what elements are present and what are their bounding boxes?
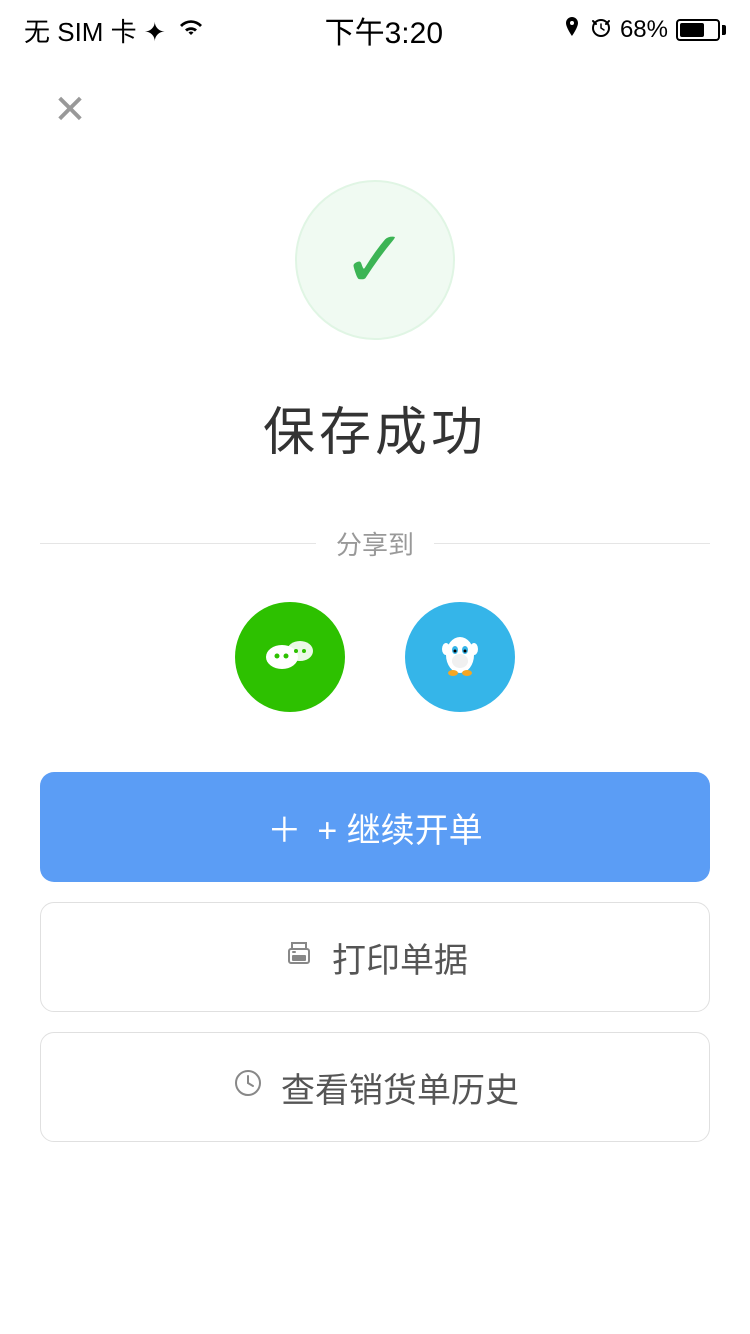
wifi-icon bbox=[176, 15, 206, 46]
battery-percent: 68% bbox=[620, 16, 668, 44]
qq-share-button[interactable] bbox=[405, 602, 515, 712]
action-buttons: ＋ + 继续开单 打印单据 查看销货单历 bbox=[40, 772, 710, 1142]
wechat-icon bbox=[258, 625, 322, 689]
success-title: 保存成功 bbox=[263, 390, 487, 465]
no-sim-label: 无 SIM 卡 ✦ bbox=[24, 12, 166, 49]
alarm-icon bbox=[590, 16, 612, 45]
checkmark-icon: ✓ bbox=[341, 220, 408, 300]
print-button[interactable]: 打印单据 bbox=[40, 902, 710, 1012]
history-button-label: 查看销货单历史 bbox=[281, 1063, 519, 1112]
success-circle: ✓ bbox=[295, 180, 455, 340]
share-label: 分享到 bbox=[336, 525, 414, 562]
status-time: 下午3:20 bbox=[325, 8, 443, 52]
main-content: ✕ ✓ 保存成功 分享到 bbox=[0, 60, 750, 1334]
right-divider bbox=[434, 543, 710, 544]
qq-icon bbox=[428, 625, 492, 689]
battery-icon bbox=[676, 19, 726, 41]
close-icon: ✕ bbox=[53, 90, 87, 130]
wechat-share-button[interactable] bbox=[235, 602, 345, 712]
status-right: 68% bbox=[562, 16, 726, 45]
status-left: 无 SIM 卡 ✦ bbox=[24, 12, 206, 49]
printer-icon bbox=[282, 936, 316, 979]
share-section: 分享到 bbox=[40, 525, 710, 712]
print-button-label: 打印单据 bbox=[332, 933, 468, 982]
status-bar: 无 SIM 卡 ✦ 下午3:20 68% bbox=[0, 0, 750, 60]
continue-button-label: + 继续开单 bbox=[317, 803, 482, 852]
plus-icon: ＋ bbox=[267, 803, 301, 852]
location-icon bbox=[562, 16, 582, 45]
share-divider-row: 分享到 bbox=[40, 525, 710, 562]
history-button[interactable]: 查看销货单历史 bbox=[40, 1032, 710, 1142]
clock-icon bbox=[231, 1066, 265, 1109]
continue-button[interactable]: ＋ + 继续开单 bbox=[40, 772, 710, 882]
left-divider bbox=[40, 543, 316, 544]
share-icons-row bbox=[40, 602, 710, 712]
close-button[interactable]: ✕ bbox=[40, 80, 100, 140]
